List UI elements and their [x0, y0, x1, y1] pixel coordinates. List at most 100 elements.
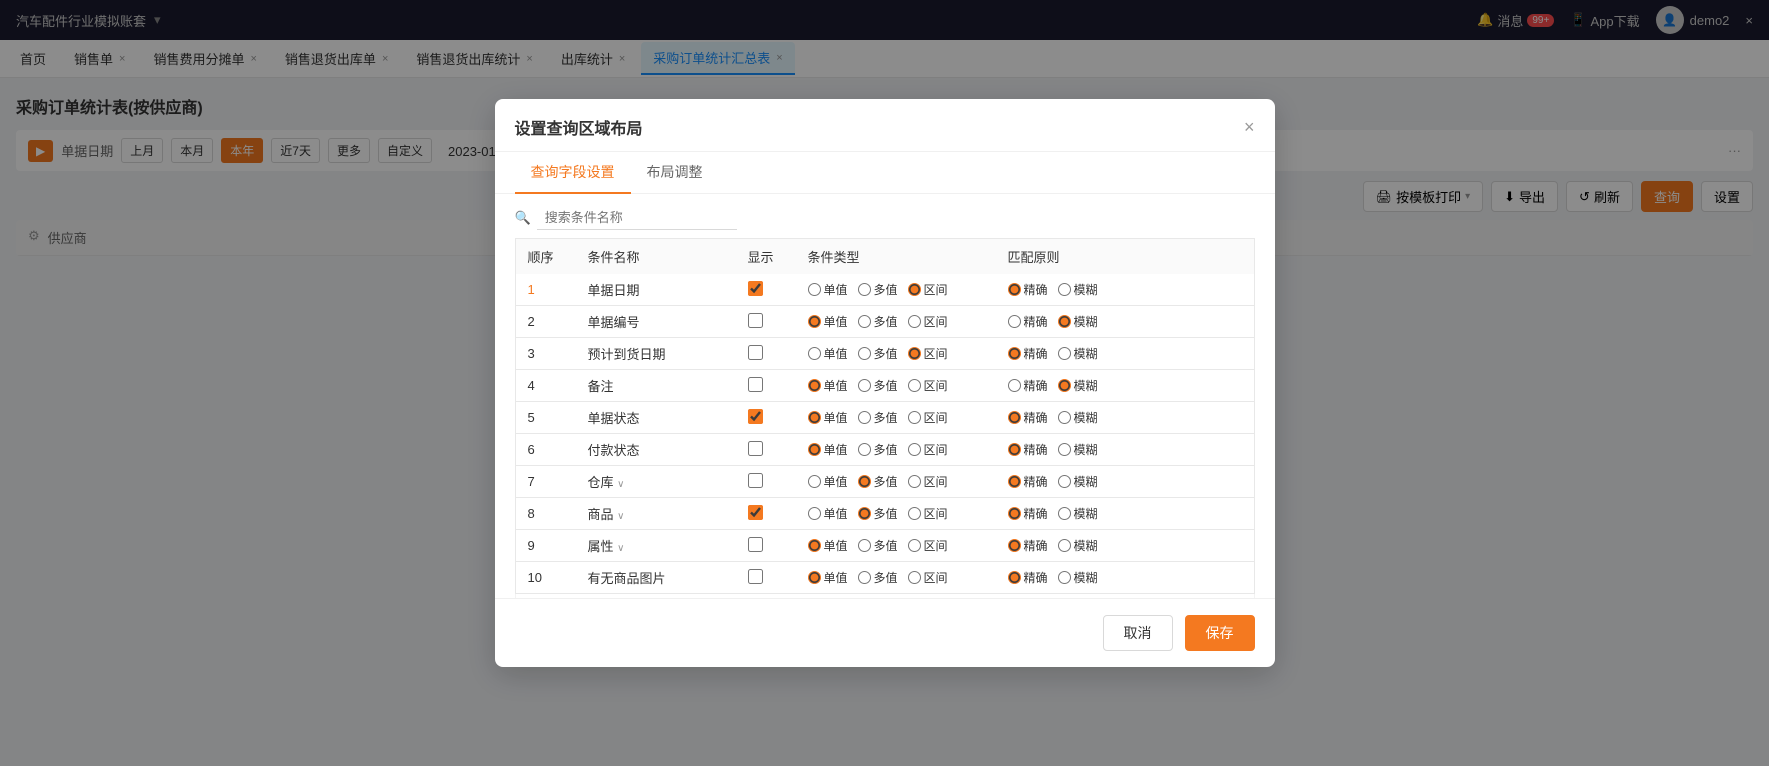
row-5-type-range-radio[interactable] — [908, 411, 921, 424]
row-2-type-range-label[interactable]: 区间 — [908, 313, 948, 330]
row-3-type-single-radio[interactable] — [808, 347, 821, 360]
row-10-match-exact-label[interactable]: 精确 — [1008, 569, 1048, 586]
row-2-match-exact-label[interactable]: 精确 — [1008, 313, 1048, 330]
row-7-match-fuzzy-radio[interactable] — [1058, 475, 1071, 488]
row-8-match-exact-radio[interactable] — [1008, 507, 1021, 520]
save-button[interactable]: 保存 — [1185, 615, 1255, 651]
row-9-type-multi-radio[interactable] — [858, 539, 871, 552]
row-3-match-exact-label[interactable]: 精确 — [1008, 345, 1048, 362]
row-10-match-fuzzy-radio[interactable] — [1058, 571, 1071, 584]
row-4-type-single-radio[interactable] — [808, 379, 821, 392]
row-5-type-multi-label[interactable]: 多值 — [858, 409, 898, 426]
row-6-match-fuzzy-label[interactable]: 模糊 — [1058, 441, 1098, 458]
row-8-display-checkbox[interactable] — [748, 505, 763, 520]
row-10-type-multi-label[interactable]: 多值 — [858, 569, 898, 586]
row-9-type-multi-label[interactable]: 多值 — [858, 537, 898, 554]
row-2-display-checkbox[interactable] — [748, 313, 763, 328]
row-5-type-range-label[interactable]: 区间 — [908, 409, 948, 426]
row-1-type-range-label[interactable]: 区间 — [908, 281, 948, 298]
dialog-tab-query-fields[interactable]: 查询字段设置 — [515, 152, 631, 194]
row-8-type-single-radio[interactable] — [808, 507, 821, 520]
row-1-match-fuzzy-radio[interactable] — [1058, 283, 1071, 296]
row-3-type-single-label[interactable]: 单值 — [808, 345, 848, 362]
row-6-type-single-label[interactable]: 单值 — [808, 441, 848, 458]
row-7-type-single-label[interactable]: 单值 — [808, 473, 848, 490]
row-4-type-multi-radio[interactable] — [858, 379, 871, 392]
row-4-type-multi-label[interactable]: 多值 — [858, 377, 898, 394]
row-9-match-fuzzy-label[interactable]: 模糊 — [1058, 537, 1098, 554]
row-6-display-checkbox[interactable] — [748, 441, 763, 456]
row-5-match-exact-label[interactable]: 精确 — [1008, 409, 1048, 426]
row-2-match-exact-radio[interactable] — [1008, 315, 1021, 328]
row-5-match-fuzzy-radio[interactable] — [1058, 411, 1071, 424]
row-7-match-fuzzy-label[interactable]: 模糊 — [1058, 473, 1098, 490]
row-3-match-fuzzy-label[interactable]: 模糊 — [1058, 345, 1098, 362]
row-3-match-fuzzy-radio[interactable] — [1058, 347, 1071, 360]
row-1-match-fuzzy-label[interactable]: 模糊 — [1058, 281, 1098, 298]
row-9-display-checkbox[interactable] — [748, 537, 763, 552]
row-9-match-exact-label[interactable]: 精确 — [1008, 537, 1048, 554]
row-9-type-single-radio[interactable] — [808, 539, 821, 552]
row-5-display-checkbox[interactable] — [748, 409, 763, 424]
row-2-match-fuzzy-radio[interactable] — [1058, 315, 1071, 328]
row-9-match-exact-radio[interactable] — [1008, 539, 1021, 552]
row-7-type-multi-label[interactable]: 多值 — [858, 473, 898, 490]
row-5-type-single-radio[interactable] — [808, 411, 821, 424]
row-4-match-fuzzy-radio[interactable] — [1058, 379, 1071, 392]
row-3-match-exact-radio[interactable] — [1008, 347, 1021, 360]
row-1-type-multi-label[interactable]: 多值 — [858, 281, 898, 298]
row-1-match-exact-label[interactable]: 精确 — [1008, 281, 1048, 298]
row-4-match-exact-label[interactable]: 精确 — [1008, 377, 1048, 394]
row-7-match-exact-radio[interactable] — [1008, 475, 1021, 488]
row-4-type-range-label[interactable]: 区间 — [908, 377, 948, 394]
row-10-match-fuzzy-label[interactable]: 模糊 — [1058, 569, 1098, 586]
row-7-type-range-radio[interactable] — [908, 475, 921, 488]
row-10-match-exact-radio[interactable] — [1008, 571, 1021, 584]
row-2-type-range-radio[interactable] — [908, 315, 921, 328]
row-10-display-checkbox[interactable] — [748, 569, 763, 584]
row-5-match-fuzzy-label[interactable]: 模糊 — [1058, 409, 1098, 426]
row-4-display-checkbox[interactable] — [748, 377, 763, 392]
row-9-type-range-label[interactable]: 区间 — [908, 537, 948, 554]
row-4-type-single-label[interactable]: 单值 — [808, 377, 848, 394]
row-1-type-single-label[interactable]: 单值 — [808, 281, 848, 298]
row-9-type-range-radio[interactable] — [908, 539, 921, 552]
row-8-match-exact-label[interactable]: 精确 — [1008, 505, 1048, 522]
row-10-type-range-label[interactable]: 区间 — [908, 569, 948, 586]
row-4-match-exact-radio[interactable] — [1008, 379, 1021, 392]
row-9-match-fuzzy-radio[interactable] — [1058, 539, 1071, 552]
row-1-display-checkbox[interactable] — [748, 281, 763, 296]
row-1-type-range-radio[interactable] — [908, 283, 921, 296]
row-1-type-multi-radio[interactable] — [858, 283, 871, 296]
row-6-type-multi-radio[interactable] — [858, 443, 871, 456]
row-5-type-multi-radio[interactable] — [858, 411, 871, 424]
row-2-match-fuzzy-label[interactable]: 模糊 — [1058, 313, 1098, 330]
row-10-type-single-radio[interactable] — [808, 571, 821, 584]
row-6-match-exact-radio[interactable] — [1008, 443, 1021, 456]
cancel-button[interactable]: 取消 — [1103, 615, 1173, 651]
row-8-type-single-label[interactable]: 单值 — [808, 505, 848, 522]
row-2-type-single-radio[interactable] — [808, 315, 821, 328]
dialog-tab-layout[interactable]: 布局调整 — [631, 152, 719, 194]
row-8-type-multi-radio[interactable] — [858, 507, 871, 520]
row-3-type-range-label[interactable]: 区间 — [908, 345, 948, 362]
row-8-type-range-label[interactable]: 区间 — [908, 505, 948, 522]
row-3-display-checkbox[interactable] — [748, 345, 763, 360]
row-6-match-fuzzy-radio[interactable] — [1058, 443, 1071, 456]
row-10-type-single-label[interactable]: 单值 — [808, 569, 848, 586]
row-2-type-multi-radio[interactable] — [858, 315, 871, 328]
row-7-type-single-radio[interactable] — [808, 475, 821, 488]
row-6-type-range-label[interactable]: 区间 — [908, 441, 948, 458]
row-2-type-single-label[interactable]: 单值 — [808, 313, 848, 330]
row-8-match-fuzzy-radio[interactable] — [1058, 507, 1071, 520]
row-6-type-range-radio[interactable] — [908, 443, 921, 456]
row-4-type-range-radio[interactable] — [908, 379, 921, 392]
row-5-match-exact-radio[interactable] — [1008, 411, 1021, 424]
row-6-type-multi-label[interactable]: 多值 — [858, 441, 898, 458]
row-7-display-checkbox[interactable] — [748, 473, 763, 488]
row-3-type-multi-label[interactable]: 多值 — [858, 345, 898, 362]
row-1-type-single-radio[interactable] — [808, 283, 821, 296]
dialog-close-button[interactable]: × — [1244, 118, 1255, 136]
row-2-type-multi-label[interactable]: 多值 — [858, 313, 898, 330]
row-5-type-single-label[interactable]: 单值 — [808, 409, 848, 426]
